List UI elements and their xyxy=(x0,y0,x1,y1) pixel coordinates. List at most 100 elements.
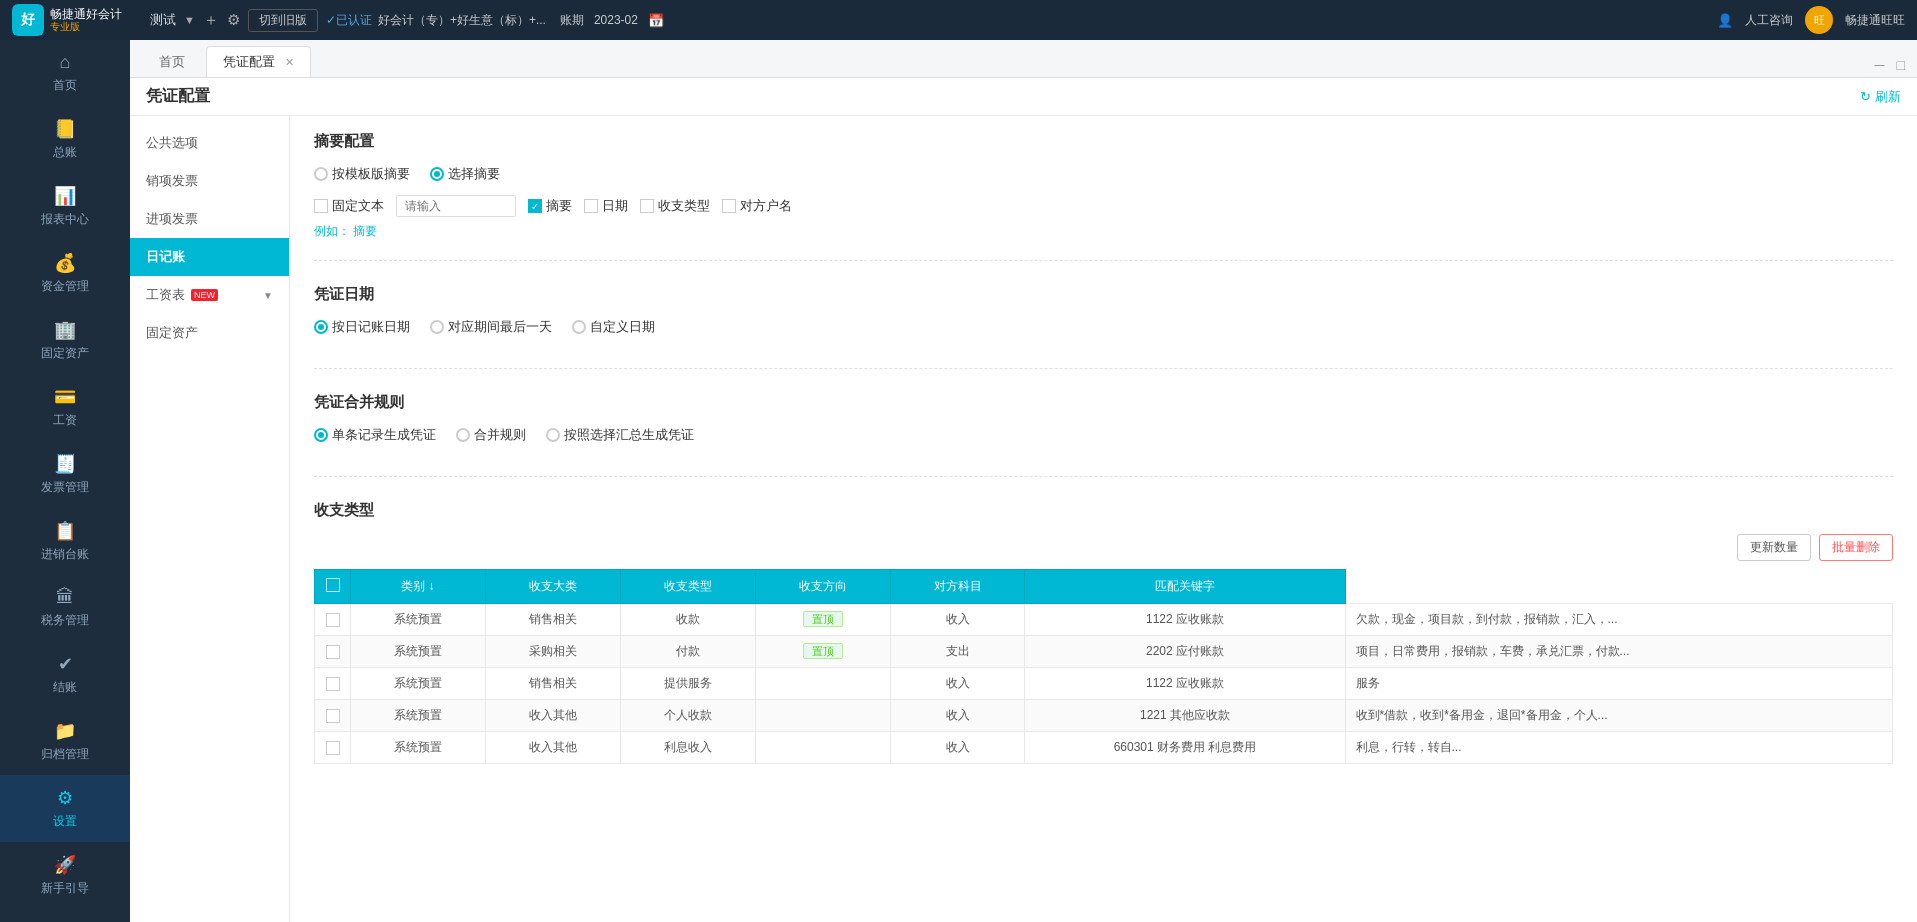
table-row: 系统预置 销售相关 提供服务 收入 1122 应收账款 服务 xyxy=(315,668,1893,700)
checkbox-date[interactable]: 日期 xyxy=(584,197,628,215)
radio-circle-merge xyxy=(456,428,470,442)
brand: 好 畅捷通好会计 专业版 xyxy=(12,4,142,36)
ledger-icon: 📒 xyxy=(54,118,76,140)
page-title: 凭证配置 xyxy=(146,86,210,107)
tab-voucher-config[interactable]: 凭证配置 ✕ xyxy=(206,46,311,77)
radio-journal-date[interactable]: 按日记账日期 xyxy=(314,318,410,336)
sidebar-label-archive: 归档管理 xyxy=(41,746,89,763)
inner-layout: 公共选项 销项发票 进项发票 日记账 工资表 NEW ▼ xyxy=(130,116,1917,922)
summary-section: 摘要配置 按模板版摘要 选择摘要 xyxy=(314,132,1893,261)
salary-icon: 💳 xyxy=(54,386,76,408)
top-bar: 好 畅捷通好会计 专业版 测试 ▼ ＋ ⚙ 切到旧版 ✓已认证 好会计（专）+好… xyxy=(0,0,1917,40)
checkbox-income-type[interactable]: 收支类型 xyxy=(640,197,710,215)
radio-select-summary[interactable]: 按照选择汇总生成凭证 xyxy=(546,426,694,444)
top-tag-2[interactable]: 置顶 xyxy=(803,643,843,659)
product-tags: 好会计（专）+好生意（标）+... xyxy=(378,12,546,29)
switch-version-button[interactable]: 切到旧版 xyxy=(248,9,318,32)
row-checkbox-3[interactable] xyxy=(315,668,351,700)
table-row: 系统预置 收入其他 利息收入 收入 660301 财务费用 利息费用 利息，行转… xyxy=(315,732,1893,764)
radio-circle-custom xyxy=(572,320,586,334)
sidebar-item-member[interactable]: 👑 畅会员 xyxy=(0,909,130,922)
table-row: 系统预置 收入其他 个人收款 收入 1221 其他应收款 收到*借款，收到*备用… xyxy=(315,700,1893,732)
row-checkbox-1[interactable] xyxy=(315,604,351,636)
select-all-checkbox[interactable] xyxy=(326,578,340,592)
th-main-type: 收支大类 xyxy=(485,570,620,604)
radio-select[interactable]: 选择摘要 xyxy=(430,165,500,183)
sidebar-label-tax: 税务管理 xyxy=(41,612,89,629)
left-nav-public[interactable]: 公共选项 xyxy=(130,124,289,162)
update-count-button[interactable]: 更新数量 xyxy=(1737,534,1811,561)
th-keywords: 匹配关键字 xyxy=(1025,570,1345,604)
sidebar-item-archive[interactable]: 📁 归档管理 xyxy=(0,708,130,775)
sidebar-label-invoice: 发票管理 xyxy=(41,479,89,496)
left-nav-sales[interactable]: 销项发票 xyxy=(130,162,289,200)
fixed-text-input[interactable] xyxy=(396,195,516,217)
row-checkbox-2[interactable] xyxy=(315,636,351,668)
window-maximize-icon[interactable]: □ xyxy=(1897,57,1905,73)
calendar-icon[interactable]: 📅 xyxy=(648,13,664,28)
checkbox-fixed-text[interactable]: 固定文本 xyxy=(314,197,384,215)
row-checkbox-4[interactable] xyxy=(315,700,351,732)
top-tag-1[interactable]: 置顶 xyxy=(803,611,843,627)
sidebar-item-salary[interactable]: 💳 工资 xyxy=(0,374,130,441)
top-bar-right: 👤 人工咨询 旺 畅捷通旺旺 xyxy=(1717,6,1905,34)
gear-icon[interactable]: ⚙ xyxy=(227,11,240,29)
radio-custom-date[interactable]: 自定义日期 xyxy=(572,318,655,336)
batch-delete-button[interactable]: 批量删除 xyxy=(1819,534,1893,561)
left-nav-payroll[interactable]: 工资表 NEW ▼ xyxy=(130,276,289,314)
consult-label[interactable]: 人工咨询 xyxy=(1745,12,1793,29)
left-nav-purchase-inv[interactable]: 进项发票 xyxy=(130,200,289,238)
consult-icon: 👤 xyxy=(1717,13,1733,28)
sidebar: ⌂ 首页 📒 总账 📊 报表中心 💰 资金管理 🏢 固定资产 💳 工资 🧾 发票… xyxy=(0,40,130,922)
date-section: 凭证日期 按日记账日期 对应期间最后一天 自定义日期 xyxy=(314,285,1893,369)
sidebar-label-home: 首页 xyxy=(53,77,77,94)
sidebar-item-guide[interactable]: 🚀 新手引导 xyxy=(0,842,130,909)
sidebar-item-invoice[interactable]: 🧾 发票管理 xyxy=(0,441,130,508)
checkbox-box-abstract: ✓ xyxy=(528,199,542,213)
radio-period-last[interactable]: 对应期间最后一天 xyxy=(430,318,552,336)
radio-template[interactable]: 按模板版摘要 xyxy=(314,165,410,183)
left-nav-fixed-assets[interactable]: 固定资产 xyxy=(130,314,289,352)
checkbox-abstract[interactable]: ✓ 摘要 xyxy=(528,197,572,215)
radio-circle-summary xyxy=(546,428,560,442)
radio-circle-period-last xyxy=(430,320,444,334)
income-section: 收支类型 更新数量 批量删除 类别 ↓ 收支大类 xyxy=(314,501,1893,784)
invoice-icon: 🧾 xyxy=(54,453,76,475)
dropdown-arrow-icon[interactable]: ▼ xyxy=(184,14,195,26)
radio-circle-select xyxy=(430,167,444,181)
sidebar-item-tax[interactable]: 🏛 税务管理 xyxy=(0,575,130,641)
tab-home[interactable]: 首页 xyxy=(142,46,202,77)
checkbox-counterparty[interactable]: 对方户名 xyxy=(722,197,792,215)
refresh-button[interactable]: ↻ 刷新 xyxy=(1860,88,1901,106)
avatar: 旺 xyxy=(1805,6,1833,34)
right-content: 摘要配置 按模板版摘要 选择摘要 xyxy=(290,116,1917,922)
radio-single[interactable]: 单条记录生成凭证 xyxy=(314,426,436,444)
settle-icon: ✔ xyxy=(58,653,73,675)
table-row: 系统预置 销售相关 收款 置顶 收入 1122 应收账款 欠款， xyxy=(315,604,1893,636)
company-name: 测试 xyxy=(150,11,176,29)
tab-close-icon[interactable]: ✕ xyxy=(285,56,294,68)
main-layout: ⌂ 首页 📒 总账 📊 报表中心 💰 资金管理 🏢 固定资产 💳 工资 🧾 发票… xyxy=(0,40,1917,922)
row-checkbox-5[interactable] xyxy=(315,732,351,764)
checkbox-box-counterparty xyxy=(722,199,736,213)
sidebar-item-home[interactable]: ⌂ 首页 xyxy=(0,40,130,106)
example-text: 例如： 摘要 xyxy=(314,223,1893,240)
sidebar-item-settle[interactable]: ✔ 结账 xyxy=(0,641,130,708)
summary-section-title: 摘要配置 xyxy=(314,132,1893,151)
radio-circle-template xyxy=(314,167,328,181)
left-nav: 公共选项 销项发票 进项发票 日记账 工资表 NEW ▼ xyxy=(130,116,290,922)
radio-circle-journal-date xyxy=(314,320,328,334)
sidebar-item-purchase[interactable]: 📋 进销台账 xyxy=(0,508,130,575)
add-icon[interactable]: ＋ xyxy=(203,10,219,31)
fund-icon: 💰 xyxy=(54,252,76,274)
sidebar-item-report[interactable]: 📊 报表中心 xyxy=(0,173,130,240)
sidebar-item-fund[interactable]: 💰 资金管理 xyxy=(0,240,130,307)
sidebar-item-asset[interactable]: 🏢 固定资产 xyxy=(0,307,130,374)
left-nav-journal[interactable]: 日记账 xyxy=(130,238,289,276)
sidebar-item-settings[interactable]: ⚙ 设置 xyxy=(0,775,130,842)
window-minimize-icon[interactable]: ─ xyxy=(1875,57,1885,73)
th-checkbox[interactable] xyxy=(315,570,351,604)
sidebar-label-settings: 设置 xyxy=(53,813,77,830)
radio-merge[interactable]: 合并规则 xyxy=(456,426,526,444)
sidebar-item-ledger[interactable]: 📒 总账 xyxy=(0,106,130,173)
